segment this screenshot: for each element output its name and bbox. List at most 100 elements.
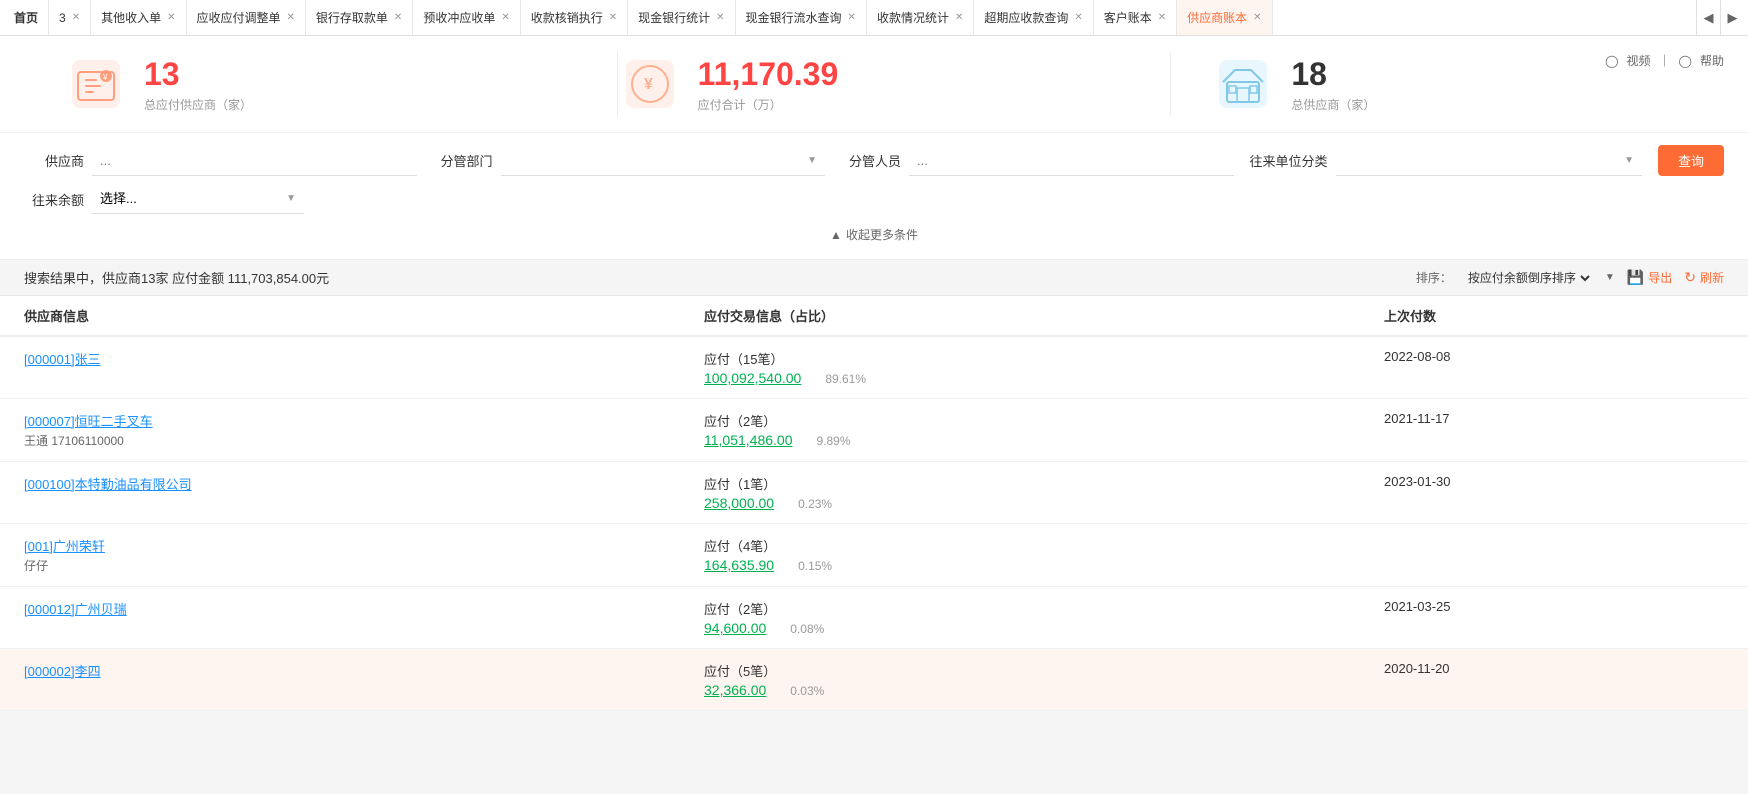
nav-tab-bank-deposit[interactable]: 银行存取款单 ✕ (306, 0, 413, 36)
transaction-amount[interactable]: 94,600.00 (704, 620, 766, 636)
close-icon[interactable]: ✕ (167, 12, 175, 23)
dept-select[interactable] (509, 153, 818, 168)
close-icon[interactable]: ✕ (1158, 12, 1166, 23)
nav-tab-other-income[interactable]: 其他收入单 ✕ (91, 0, 186, 36)
close-icon[interactable]: ✕ (287, 12, 295, 23)
nav-next-arrow[interactable]: ▶ (1720, 0, 1744, 36)
nav-tab-collection-stats[interactable]: 收款情况统计 ✕ (867, 0, 974, 36)
person-input[interactable] (909, 146, 1234, 176)
transaction-cell: 应付（1笔） 258,000.00 0.23% (704, 474, 1384, 511)
nav-tab-advance-offset[interactable]: 预收冲应收单 ✕ (413, 0, 520, 36)
transaction-cell: 应付（15笔） 100,092,540.00 89.61% (704, 349, 1384, 386)
close-icon[interactable]: ✕ (394, 12, 402, 23)
last-pay-date: 2023-01-30 (1384, 474, 1451, 489)
close-icon[interactable]: ✕ (955, 12, 963, 23)
close-icon[interactable]: ✕ (1253, 12, 1261, 23)
supplier-link[interactable]: [000100]本特勤油品有限公司 (24, 474, 704, 493)
category-select[interactable] (1344, 153, 1634, 168)
transaction-cell: 应付（4笔） 164,635.90 0.15% (704, 536, 1384, 573)
last-pay-date: 2021-11-17 (1384, 411, 1450, 426)
transaction-amount[interactable]: 164,635.90 (704, 557, 774, 573)
transaction-row: 11,051,486.00 9.89% (704, 430, 1384, 448)
transaction-label: 应付（2笔） (704, 411, 1384, 430)
balance-select-wrapper[interactable]: 选择... ▼ (92, 184, 304, 214)
filter-section: 供应商 分管部门 ▼ 分管人员 往来单位分类 ▼ 查询 往来余额 (0, 133, 1748, 260)
nav-tab-ar-ap-adjust[interactable]: 应收应付调整单 ✕ (187, 0, 306, 36)
balance-select[interactable]: 选择... (100, 191, 296, 206)
col-header-supplier: 供应商信息 (24, 306, 704, 325)
close-icon[interactable]: ✕ (716, 12, 724, 23)
export-icon: 💾 (1627, 269, 1644, 286)
transaction-amount[interactable]: 11,051,486.00 (704, 432, 793, 448)
last-pay-date: 2020-11-20 (1384, 661, 1450, 676)
close-icon[interactable]: ✕ (609, 12, 617, 23)
nav-tab-3[interactable]: 3 ✕ (49, 0, 91, 36)
collapse-button[interactable]: ▲ 收起更多条件 (814, 222, 934, 247)
supplier-input[interactable] (92, 146, 417, 176)
nav-tab-collection-exec[interactable]: 收款核销执行 ✕ (521, 0, 628, 36)
close-icon[interactable]: ✕ (72, 12, 80, 23)
person-label: 分管人员 (841, 151, 901, 170)
balance-label: 往来余额 (24, 190, 84, 209)
table-row: [000001]张三 应付（15笔） 100,092,540.00 89.61%… (0, 337, 1748, 399)
card-content-payable: 13 总应付供应商（家） (144, 55, 252, 112)
lastpay-cell: 2021-03-25 (1384, 599, 1724, 614)
results-info: 搜索结果中，供应商13家 应付金额 111,703,854.00元 (24, 268, 329, 287)
query-button[interactable]: 查询 (1658, 145, 1724, 176)
lastpay-cell: 2023-01-30 (1384, 474, 1724, 489)
money-icon: ¥ (618, 52, 682, 116)
category-select-wrapper[interactable]: ▼ (1336, 146, 1642, 176)
filter-category: 往来单位分类 ▼ (1250, 146, 1643, 176)
transaction-row: 94,600.00 0.08% (704, 618, 1384, 636)
nav-tab-home[interactable]: 首页 (4, 0, 49, 36)
export-button[interactable]: 💾 导出 (1627, 269, 1672, 286)
close-icon[interactable]: ✕ (848, 12, 856, 23)
sort-label: 排序： (1416, 269, 1452, 286)
refresh-icon: ↻ (1684, 269, 1696, 286)
nav-tab-cash-bank-stats[interactable]: 现金银行统计 ✕ (628, 0, 735, 36)
dept-select-wrapper[interactable]: ▼ (501, 146, 826, 176)
transaction-percentage: 0.23% (798, 497, 832, 511)
nav-tab-supplier-ledger[interactable]: 供应商账本 ✕ (1177, 0, 1272, 36)
nav-tab-overdue-ar[interactable]: 超期应收款查询 ✕ (974, 0, 1093, 36)
total-suppliers-number: 18 (1291, 55, 1375, 93)
video-link[interactable]: 视频 (1627, 52, 1651, 69)
transaction-cell: 应付（2笔） 11,051,486.00 9.89% (704, 411, 1384, 448)
chevron-up-icon: ▲ (830, 228, 842, 242)
summary-bar: ◯ 视频 ｜ ◯ 帮助 ¥ 13 总应付供应商（家） ¥ (0, 36, 1748, 133)
refresh-button[interactable]: ↻ 刷新 (1684, 269, 1724, 286)
close-icon[interactable]: ✕ (1074, 12, 1082, 23)
table-row: [000100]本特勤油品有限公司 应付（1笔） 258,000.00 0.23… (0, 462, 1748, 524)
nav-prev-arrow[interactable]: ◀ (1696, 0, 1720, 36)
sort-select[interactable]: 按应付余额倒序排序 (1464, 270, 1593, 286)
supplier-link[interactable]: [000012]广州贝瑞 (24, 599, 704, 618)
transaction-row: 100,092,540.00 89.61% (704, 368, 1384, 386)
col-header-transaction: 应付交易信息（占比） (704, 306, 1384, 325)
supplier-cell: [000100]本特勤油品有限公司 (24, 474, 704, 493)
transaction-amount[interactable]: 258,000.00 (704, 495, 774, 511)
supplier-link[interactable]: [001]广州荣轩 (24, 536, 704, 555)
supplier-link[interactable]: [000002]李四 (24, 661, 704, 680)
table-body: [000001]张三 应付（15笔） 100,092,540.00 89.61%… (0, 337, 1748, 711)
lastpay-cell: 2020-11-20 (1384, 661, 1724, 676)
supplier-link[interactable]: [000007]恒旺二手叉车 (24, 411, 704, 430)
transaction-amount[interactable]: 32,366.00 (704, 682, 766, 698)
top-navigation: 首页 3 ✕ 其他收入单 ✕ 应收应付调整单 ✕ 银行存取款单 ✕ 预收冲应收单… (0, 0, 1748, 36)
filter-supplier: 供应商 (24, 146, 417, 176)
last-pay-date: 2021-03-25 (1384, 599, 1451, 614)
help-link[interactable]: 帮助 (1700, 52, 1724, 69)
dept-label: 分管部门 (433, 151, 493, 170)
filter-dept: 分管部门 ▼ (433, 146, 826, 176)
top-right-links: ◯ 视频 ｜ ◯ 帮助 (1605, 52, 1724, 69)
lastpay-cell: 2021-11-17 (1384, 411, 1724, 426)
close-icon[interactable]: ✕ (501, 12, 509, 23)
transaction-amount[interactable]: 100,092,540.00 (704, 370, 801, 386)
nav-tab-customer-ledger[interactable]: 客户账本 ✕ (1094, 0, 1177, 36)
transaction-percentage: 0.08% (790, 622, 824, 636)
nav-tab-cash-bank-flow[interactable]: 现金银行流水查询 ✕ (736, 0, 867, 36)
results-actions: 排序： 按应付余额倒序排序 ▼ 💾 导出 ↻ 刷新 (1416, 269, 1724, 286)
filter-balance: 往来余额 选择... ▼ (24, 184, 304, 214)
supplier-link[interactable]: [000001]张三 (24, 349, 704, 368)
transaction-label: 应付（2笔） (704, 599, 1384, 618)
transaction-label: 应付（1笔） (704, 474, 1384, 493)
